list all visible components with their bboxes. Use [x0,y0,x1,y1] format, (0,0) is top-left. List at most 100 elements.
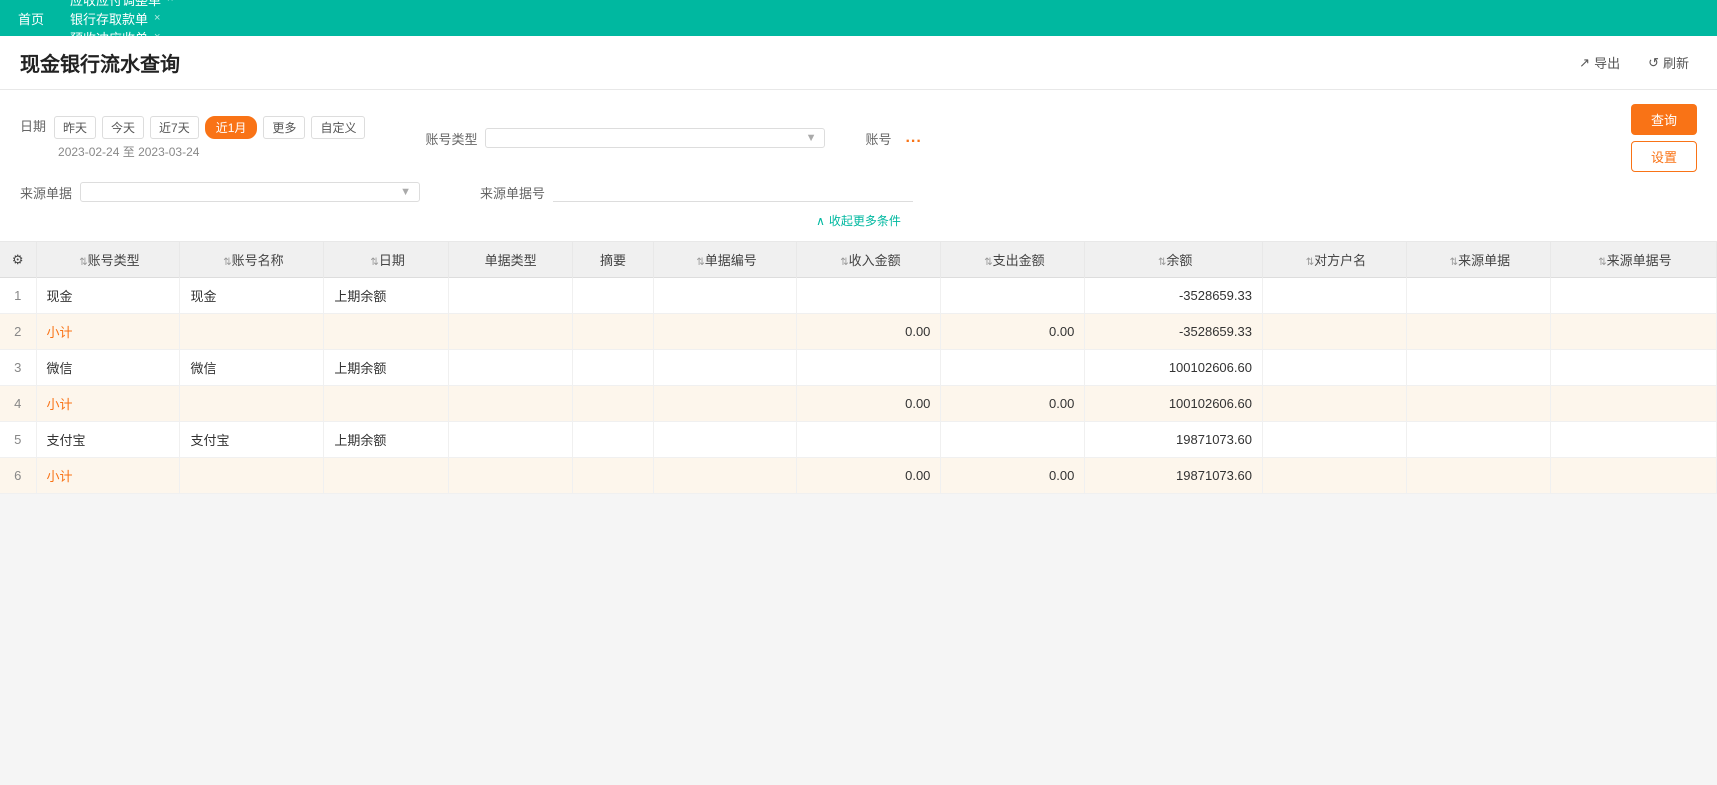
col-header-counterparty[interactable]: ⇅对方户名 [1262,242,1406,278]
account-type-select[interactable]: ▼ [485,128,825,148]
source-doc-no-cell [1550,458,1716,494]
nav-tab-应收应付调整单[interactable]: 应收应付调整单× [58,0,198,9]
source-doc-label: 来源单据 [20,183,72,202]
close-icon[interactable]: × [154,31,160,36]
nav-tab-预收冲应收单[interactable]: 预收冲应收单× [58,28,198,37]
nav-home[interactable]: 首页 [4,0,58,36]
col-header-doc_type: 单据类型 [448,242,573,278]
account-type-cell: 现金 [36,278,180,314]
account-name-cell [180,386,324,422]
date-option-昨天[interactable]: 昨天 [54,116,96,139]
doc-type-cell [448,422,573,458]
doc-type-cell [448,278,573,314]
doc-no-cell [653,314,797,350]
doc-type-cell [448,350,573,386]
col-header-date[interactable]: ⇅日期 [324,242,449,278]
col-header-source_doc[interactable]: ⇅来源单据 [1406,242,1550,278]
settings-icon[interactable]: ⚙ [12,252,24,267]
collapse-bar[interactable]: ∧ 收起更多条件 [20,208,1697,231]
balance-cell: 100102606.60 [1085,386,1263,422]
account-type-cell: 小计 [36,314,180,350]
date-option-自定义[interactable]: 自定义 [311,116,365,139]
date-options: 昨天今天近7天近1月更多自定义 [54,116,365,139]
table-row: 3微信微信上期余额100102606.60 [0,350,1717,386]
counterparty-cell [1262,422,1406,458]
col-header-balance[interactable]: ⇅余额 [1085,242,1263,278]
nav-tab-银行存取款单[interactable]: 银行存取款单× [58,9,198,28]
source-doc-no-cell [1550,386,1716,422]
settings-button[interactable]: 设置 [1631,141,1697,172]
refresh-button[interactable]: ↺ 刷新 [1640,49,1697,76]
row-number: 3 [0,350,36,386]
col-header-account_name[interactable]: ⇅账号名称 [180,242,324,278]
expense-cell: 0.00 [941,314,1085,350]
action-buttons: 查询 设置 [1631,104,1697,172]
filter-row-1: 日期 昨天今天近7天近1月更多自定义 2023-02-24 至 2023-03-… [20,104,1697,172]
account-type-label: 账号类型 [425,129,477,148]
source-doc-cell [1406,314,1550,350]
source-doc-no-group: 来源单据号 [480,182,913,202]
account-name-cell: 现金 [180,278,324,314]
counterparty-cell [1262,458,1406,494]
counterparty-cell [1262,386,1406,422]
doc-no-cell [653,458,797,494]
col-header-account_type[interactable]: ⇅账号类型 [36,242,180,278]
collapse-label: 收起更多条件 [829,212,901,229]
close-icon[interactable]: × [167,0,173,5]
doc-no-cell [653,278,797,314]
page-header: 现金银行流水查询 ↗ 导出 ↺ 刷新 [0,36,1717,90]
expense-cell: 0.00 [941,386,1085,422]
date-option-今天[interactable]: 今天 [102,116,144,139]
table-body: 1现金现金上期余额-3528659.332小计0.000.00-3528659.… [0,278,1717,494]
summary-cell [573,314,653,350]
date-option-近7天[interactable]: 近7天 [150,116,199,139]
col-header-source_doc_no[interactable]: ⇅来源单据号 [1550,242,1716,278]
account-dots-button[interactable]: ... [899,129,927,147]
source-doc-no-cell [1550,350,1716,386]
income-cell: 0.00 [797,386,941,422]
account-name-cell [180,314,324,350]
filter-row-2: 来源单据 ▼ 来源单据号 [20,182,1697,202]
col-header-gear: ⚙ [0,242,36,278]
date-cell: 上期余额 [324,278,449,314]
account-name-cell: 微信 [180,350,324,386]
expense-cell [941,422,1085,458]
account-name-cell: 支付宝 [180,422,324,458]
date-range: 2023-02-24 至 2023-03-24 [58,143,365,160]
date-options-wrapper: 昨天今天近7天近1月更多自定义 2023-02-24 至 2023-03-24 [54,116,365,160]
date-option-更多[interactable]: 更多 [263,116,305,139]
col-header-income[interactable]: ⇅收入金额 [797,242,941,278]
source-doc-select[interactable]: ▼ [80,182,420,202]
source-doc-no-cell [1550,314,1716,350]
source-doc-no-input[interactable] [553,182,913,202]
income-cell [797,278,941,314]
account-type-cell: 小计 [36,386,180,422]
date-option-近1月[interactable]: 近1月 [205,116,258,139]
counterparty-cell [1262,350,1406,386]
col-header-expense[interactable]: ⇅支出金额 [941,242,1085,278]
close-icon[interactable]: × [154,12,160,24]
table-row: 5支付宝支付宝上期余额19871073.60 [0,422,1717,458]
query-button[interactable]: 查询 [1631,104,1697,135]
chevron-down-icon: ▼ [806,132,817,144]
table-row: 4小计0.000.00100102606.60 [0,386,1717,422]
export-button[interactable]: ↗ 导出 [1571,49,1628,76]
account-type-cell: 微信 [36,350,180,386]
expense-cell: 0.00 [941,458,1085,494]
account-group: 账号 ... [865,129,927,148]
source-doc-cell [1406,278,1550,314]
collapse-icon: ∧ [816,214,825,228]
top-nav: 首页 收款单×付款单×其他收入单×应收应付调整单×银行存取款单×预收冲应收单×收… [0,0,1717,36]
account-type-cell: 小计 [36,458,180,494]
table-row: 1现金现金上期余额-3528659.33 [0,278,1717,314]
source-doc-cell [1406,386,1550,422]
counterparty-cell [1262,278,1406,314]
account-type-group: 账号类型 ▼ [425,128,825,148]
doc-no-cell [653,386,797,422]
refresh-icon: ↺ [1648,55,1659,71]
date-cell [324,314,449,350]
source-doc-no-cell [1550,422,1716,458]
counterparty-cell [1262,314,1406,350]
nav-tabs: 收款单×付款单×其他收入单×应收应付调整单×银行存取款单×预收冲应收单×收款核销… [58,0,198,36]
col-header-doc_no[interactable]: ⇅单据编号 [653,242,797,278]
